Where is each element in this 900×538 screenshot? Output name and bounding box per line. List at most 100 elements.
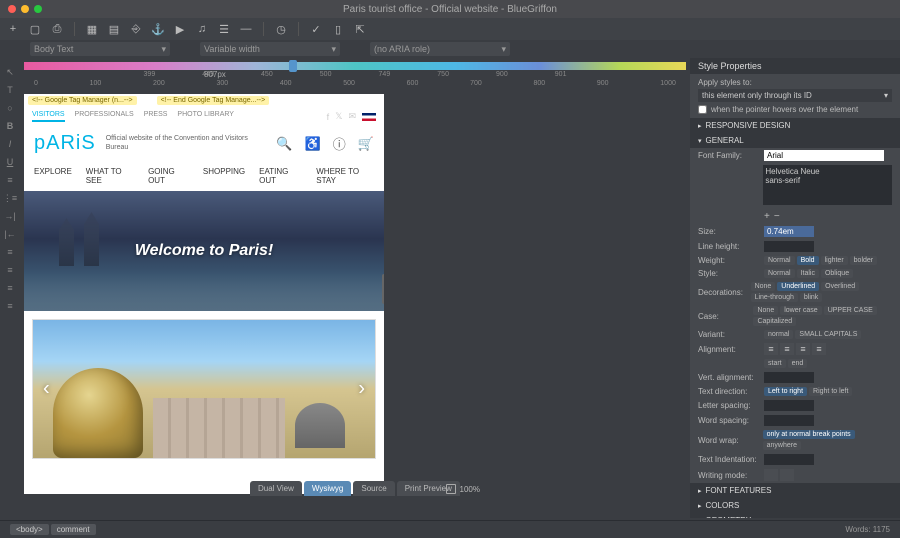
cursor-tool[interactable]: ↖ [4, 66, 16, 78]
responsive-bar[interactable] [24, 62, 686, 70]
info-icon[interactable]: ⓘ [333, 134, 346, 153]
wrap-anywhere[interactable]: anywhere [763, 441, 801, 450]
gtm-comment-start[interactable]: <!-- Google Tag Manager (n...--> [28, 96, 137, 105]
valign-input[interactable] [764, 372, 814, 383]
bold-tool[interactable]: B [4, 120, 16, 132]
section-geometry[interactable]: GEOMETRY [690, 513, 900, 518]
nav-wheretostay[interactable]: WHERE TO STAY [316, 167, 374, 185]
letterspacing-input[interactable] [764, 400, 814, 411]
maximize-window[interactable] [34, 5, 42, 13]
font-family-input[interactable] [764, 150, 884, 161]
hr-icon[interactable]: — [239, 22, 253, 36]
nav-whattosee[interactable]: WHAT TO SEE [86, 167, 134, 185]
gtm-comment-end[interactable]: <!-- End Google Tag Manage...--> [157, 96, 270, 105]
aria-selector[interactable]: (no ARIA role)▾ [370, 42, 510, 56]
close-window[interactable] [8, 5, 16, 13]
form-icon[interactable]: ☰ [217, 22, 231, 36]
weight-normal[interactable]: Normal [764, 256, 795, 265]
paris-logo[interactable]: pARiS [34, 132, 96, 155]
page-canvas[interactable]: <!-- Google Tag Manager (n...--> <!-- En… [24, 94, 384, 494]
tab-press[interactable]: PRESS [144, 111, 168, 122]
breakpoint-marker[interactable] [289, 60, 297, 72]
underline-tool[interactable]: U [4, 156, 16, 168]
dir-ltr[interactable]: Left to right [764, 387, 807, 396]
style-normal[interactable]: Normal [764, 269, 795, 278]
writemode-2[interactable] [780, 469, 794, 481]
new-file-icon[interactable]: + [6, 22, 20, 36]
cart-icon[interactable]: 🛒 [358, 136, 374, 152]
open-file-icon[interactable]: ▢ [28, 22, 42, 36]
tab-professionals[interactable]: PROFESSIONALS [75, 111, 134, 122]
accessibility-icon[interactable]: ♿ [305, 136, 321, 152]
element-selector[interactable]: Body Text▾ [30, 42, 170, 56]
doc-icon[interactable]: ▯ [331, 22, 345, 36]
lineheight-input[interactable] [764, 241, 814, 252]
case-upper[interactable]: UPPER CASE [824, 306, 877, 315]
facebook-icon[interactable]: f [327, 112, 330, 122]
export-icon[interactable]: ⇱ [353, 22, 367, 36]
weight-bolder[interactable]: bolder [850, 256, 877, 265]
tab-visitors[interactable]: VISITORS [32, 111, 65, 122]
indent-tool[interactable]: →| [4, 210, 16, 222]
section-colors[interactable]: COLORS [690, 498, 900, 513]
language-flag[interactable] [362, 113, 376, 121]
size-input[interactable] [764, 226, 814, 237]
italic-tool[interactable]: I [4, 138, 16, 150]
add-font-button[interactable]: + [764, 211, 770, 222]
hover-checkbox[interactable]: when the pointer hovers over the element [698, 105, 892, 114]
font-stack-list[interactable]: Helvetica Neuesans-serif [763, 165, 892, 205]
twitter-icon[interactable]: 𝕏 [335, 111, 342, 122]
align-right[interactable]: ≡ [796, 343, 810, 355]
outdent-tool[interactable]: |← [4, 228, 16, 240]
weight-lighter[interactable]: lighter [821, 256, 848, 265]
deco-none[interactable]: None [751, 282, 776, 291]
anchor-icon[interactable]: ⚓ [151, 22, 165, 36]
case-cap[interactable]: Capitalized [753, 317, 796, 326]
bc-comment[interactable]: comment [51, 524, 96, 535]
numlist-tool[interactable]: ⋮≡ [4, 192, 16, 204]
align-end[interactable]: end [788, 359, 808, 368]
deco-blink[interactable]: blink [800, 293, 822, 302]
align-justify[interactable]: ≡ [812, 343, 826, 355]
search-icon[interactable]: 🔍 [276, 136, 292, 152]
minimize-window[interactable] [21, 5, 29, 13]
scroll-handle[interactable] [382, 274, 384, 304]
nav-explore[interactable]: EXPLORE [34, 167, 72, 185]
style-oblique[interactable]: Oblique [821, 269, 853, 278]
align-center-tool[interactable]: ≡ [4, 264, 16, 276]
link-icon[interactable]: ⎆ [129, 22, 143, 36]
zoom-control[interactable]: 100% [446, 484, 480, 494]
align-left-tool[interactable]: ≡ [4, 246, 16, 258]
variant-smallcaps[interactable]: SMALL CAPITALS [795, 330, 861, 339]
align-center[interactable]: ≡ [780, 343, 794, 355]
indent-input[interactable] [764, 454, 814, 465]
section-responsive[interactable]: RESPONSIVE DESIGN [690, 118, 900, 133]
carousel-next[interactable]: › [358, 378, 365, 401]
dir-rtl[interactable]: Right to left [809, 387, 852, 396]
section-general[interactable]: GENERAL [690, 133, 900, 148]
deco-overline[interactable]: Overlined [821, 282, 859, 291]
weight-bold[interactable]: Bold [797, 256, 819, 265]
check-icon[interactable]: ✓ [309, 22, 323, 36]
style-italic[interactable]: Italic [797, 269, 819, 278]
save-icon[interactable]: ⎙ [50, 22, 64, 36]
case-lower[interactable]: lower case [780, 306, 821, 315]
list-tool[interactable]: ≡ [4, 174, 16, 186]
bc-body[interactable]: <body> [10, 524, 49, 535]
align-left[interactable]: ≡ [764, 343, 778, 355]
tab-source[interactable]: Source [353, 481, 394, 496]
mail-icon[interactable]: ✉ [348, 111, 356, 122]
tab-dualview[interactable]: Dual View [250, 481, 302, 496]
remove-font-button[interactable]: − [774, 211, 780, 222]
tab-photo[interactable]: PHOTO LIBRARY [177, 111, 234, 122]
circle-tool[interactable]: ○ [4, 102, 16, 114]
wrap-normal[interactable]: only at normal break points [763, 430, 855, 439]
carousel-prev[interactable]: ‹ [43, 378, 50, 401]
align-right-tool[interactable]: ≡ [4, 282, 16, 294]
nav-goingout[interactable]: GOING OUT [148, 167, 189, 185]
image-icon[interactable]: ▦ [85, 22, 99, 36]
justify-tool[interactable]: ≡ [4, 300, 16, 312]
clock-icon[interactable]: ◷ [274, 22, 288, 36]
case-none[interactable]: None [753, 306, 778, 315]
deco-underline[interactable]: Underlined [777, 282, 819, 291]
